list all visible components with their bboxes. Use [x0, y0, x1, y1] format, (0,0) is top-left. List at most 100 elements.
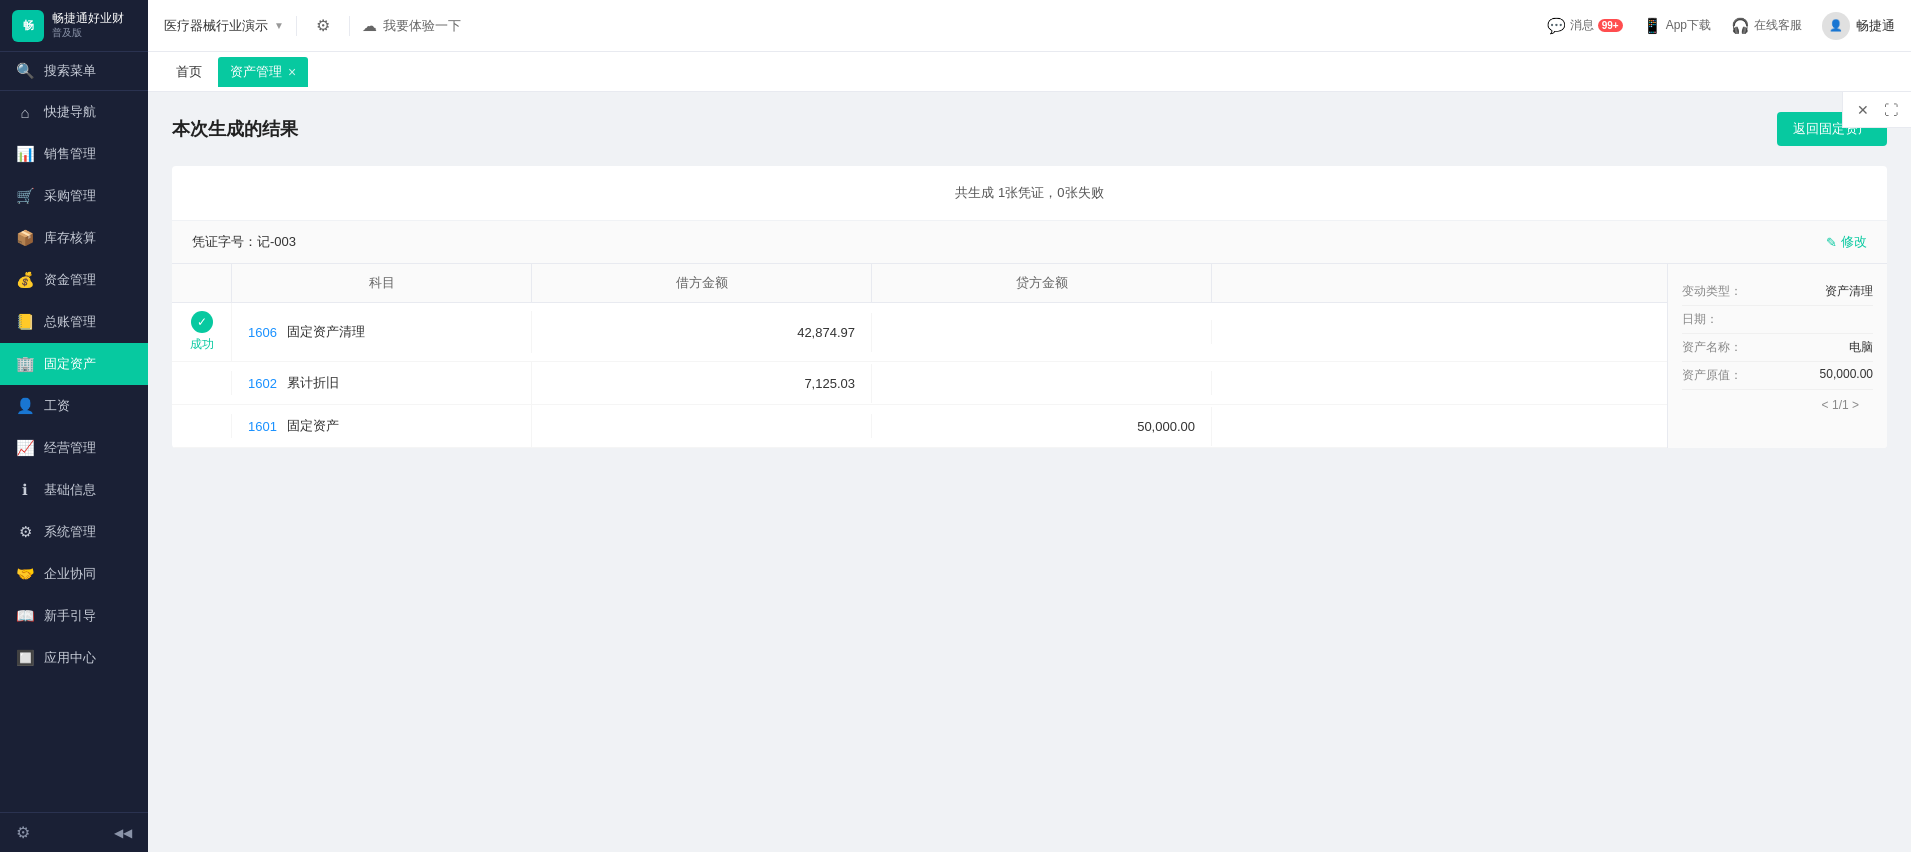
username: 畅捷通 — [1856, 17, 1895, 35]
expand-panel-button[interactable]: ⛶ — [1879, 98, 1903, 122]
sidebar-item-label: 库存核算 — [44, 229, 96, 247]
result-container: 共生成 1张凭证，0张失败 凭证字号：记-003 ✎ 修改 — [172, 166, 1887, 448]
topbar-right: 💬 消息 99+ 📱 App下载 🎧 在线客服 👤 畅捷通 — [1547, 12, 1895, 40]
sidebar-item-enterprise[interactable]: 🤝 企业协同 — [0, 553, 148, 595]
td-debit-1: 42,874.97 — [532, 313, 872, 352]
download-icon: 📱 — [1643, 17, 1662, 35]
result-header: 本次生成的结果 返回固定资产 — [172, 112, 1887, 146]
messages-label: 消息 — [1570, 17, 1594, 34]
date-label: 日期： — [1682, 311, 1718, 328]
dropdown-icon: ▼ — [274, 20, 284, 31]
sidebar-item-funds[interactable]: 💰 资金管理 — [0, 259, 148, 301]
topbar-divider-2 — [349, 16, 350, 36]
tab-close-button[interactable]: × — [288, 64, 296, 80]
app-download-button[interactable]: 📱 App下载 — [1643, 17, 1711, 35]
sidebar-item-purchase[interactable]: 🛒 采购管理 — [0, 175, 148, 217]
sidebar-item-fixed-assets[interactable]: 🏢 固定资产 — [0, 343, 148, 385]
table-row: ✓ 成功 1606 固定资产清理 42,874.97 — [172, 303, 1667, 362]
sidebar-item-label: 应用中心 — [44, 649, 96, 667]
panel-controls: ✕ ⛶ — [1842, 92, 1911, 128]
sidebar-footer: ⚙ ◀◀ — [0, 812, 148, 852]
company-selector[interactable]: 医疗器械行业演示 ▼ — [164, 17, 284, 35]
sidebar-item-ledger[interactable]: 📒 总账管理 — [0, 301, 148, 343]
topbar-settings-button[interactable]: ⚙ — [309, 12, 337, 40]
asset-name-value: 电脑 — [1849, 339, 1873, 356]
edit-button[interactable]: ✎ 修改 — [1826, 233, 1867, 251]
sidebar-item-business[interactable]: 📈 经营管理 — [0, 427, 148, 469]
td-subject-2: 1602 累计折旧 — [232, 362, 532, 404]
company-name: 医疗器械行业演示 — [164, 17, 268, 35]
pagination: < 1/1 > — [1682, 390, 1873, 420]
edit-icon: ✎ — [1826, 235, 1837, 250]
side-panel-asset-name: 资产名称： 电脑 — [1682, 334, 1873, 362]
sidebar-item-label: 经营管理 — [44, 439, 96, 457]
sidebar-logo: 畅 畅捷通好业财 普及版 — [0, 0, 148, 52]
topbar: 医疗器械行业演示 ▼ ⚙ ☁ 我要体验一下 💬 消息 99+ 📱 App下载 🎧 — [148, 0, 1911, 52]
next-page[interactable]: > — [1852, 398, 1859, 412]
sidebar-item-system[interactable]: ⚙ 系统管理 — [0, 511, 148, 553]
avatar: 👤 — [1822, 12, 1850, 40]
settings-icon: ⚙ — [316, 16, 330, 35]
td-subject-1: 1606 固定资产清理 — [232, 311, 532, 353]
search-icon: 🔍 — [16, 62, 34, 80]
result-summary: 共生成 1张凭证，0张失败 — [172, 166, 1887, 221]
change-type-value: 资产清理 — [1825, 283, 1873, 300]
sidebar-item-inventory[interactable]: 📦 库存核算 — [0, 217, 148, 259]
sidebar-item-quick-nav[interactable]: ⌂ 快捷导航 — [0, 91, 148, 133]
tab-home-label: 首页 — [176, 64, 202, 79]
message-icon: 💬 — [1547, 17, 1566, 35]
table-main: 科目 借方金额 贷方金额 ✓ 成功 — [172, 264, 1667, 448]
settings-footer-icon[interactable]: ⚙ — [16, 823, 30, 842]
page-content: 本次生成的结果 返回固定资产 共生成 1张凭证，0张失败 凭证字号：记-003 … — [148, 92, 1911, 852]
voucher-table: 科目 借方金额 贷方金额 ✓ 成功 — [172, 264, 1887, 448]
topbar-divider-1 — [296, 16, 297, 36]
td-debit-2: 7,125.03 — [532, 364, 872, 403]
handshake-icon: 🤝 — [16, 565, 34, 583]
info-icon: ℹ — [16, 481, 34, 499]
sidebar-item-salary[interactable]: 👤 工资 — [0, 385, 148, 427]
sidebar-item-label: 新手引导 — [44, 607, 96, 625]
subject-name-2: 累计折旧 — [287, 374, 339, 392]
home-icon: ⌂ — [16, 104, 34, 121]
tab-asset-management[interactable]: 资产管理 × — [218, 57, 308, 87]
grid-icon: 🔲 — [16, 649, 34, 667]
messages-button[interactable]: 💬 消息 99+ — [1547, 17, 1623, 35]
sidebar-item-guide[interactable]: 📖 新手引导 — [0, 595, 148, 637]
side-panel-change-type: 变动类型： 资产清理 — [1682, 278, 1873, 306]
tabbar: 首页 资产管理 × — [148, 52, 1911, 92]
tab-active-label: 资产管理 — [230, 63, 282, 81]
collapse-icon[interactable]: ◀◀ — [114, 826, 132, 840]
app-edition: 普及版 — [52, 26, 124, 40]
th-empty — [172, 264, 232, 302]
online-service-button[interactable]: 🎧 在线客服 — [1731, 17, 1802, 35]
online-service-label: 在线客服 — [1754, 17, 1802, 34]
sidebar-item-app-center[interactable]: 🔲 应用中心 — [0, 637, 148, 679]
td-empty-2 — [172, 371, 232, 395]
subject-code-1[interactable]: 1606 — [248, 325, 277, 340]
sidebar: 畅 畅捷通好业财 普及版 🔍 搜索菜单 ⌂ 快捷导航 📊 销售管理 🛒 采购管理… — [0, 0, 148, 852]
logo-text: 畅 — [23, 18, 34, 33]
sidebar-item-basic-info[interactable]: ℹ 基础信息 — [0, 469, 148, 511]
close-panel-button[interactable]: ✕ — [1851, 98, 1875, 122]
user-menu[interactable]: 👤 畅捷通 — [1822, 12, 1895, 40]
content-wrapper: 首页 资产管理 × ✕ ⛶ 本次生成的结果 返回固定资产 共生成 1张凭证，0 — [148, 52, 1911, 852]
th-debit: 借方金额 — [532, 264, 872, 302]
ledger-icon: 📒 — [16, 313, 34, 331]
trending-icon: 📈 — [16, 439, 34, 457]
sidebar-item-search[interactable]: 🔍 搜索菜单 — [0, 52, 148, 91]
summary-text: 共生成 1张凭证，0张失败 — [955, 185, 1103, 200]
prev-page[interactable]: < — [1822, 398, 1829, 412]
subject-code-3[interactable]: 1601 — [248, 419, 277, 434]
asset-name-label: 资产名称： — [1682, 339, 1742, 356]
debit-amount-1: 42,874.97 — [797, 325, 855, 340]
table-row: 1602 累计折旧 7,125.03 — [172, 362, 1667, 405]
sidebar-search-label: 搜索菜单 — [44, 62, 96, 80]
sidebar-item-sales[interactable]: 📊 销售管理 — [0, 133, 148, 175]
sidebar-item-label: 采购管理 — [44, 187, 96, 205]
app-download-label: App下载 — [1666, 17, 1711, 34]
td-empty-3 — [172, 414, 232, 438]
experience-button[interactable]: ☁ 我要体验一下 — [362, 17, 461, 35]
tab-home[interactable]: 首页 — [164, 57, 214, 87]
subject-code-2[interactable]: 1602 — [248, 376, 277, 391]
table-row: 1601 固定资产 50,000.00 — [172, 405, 1667, 448]
